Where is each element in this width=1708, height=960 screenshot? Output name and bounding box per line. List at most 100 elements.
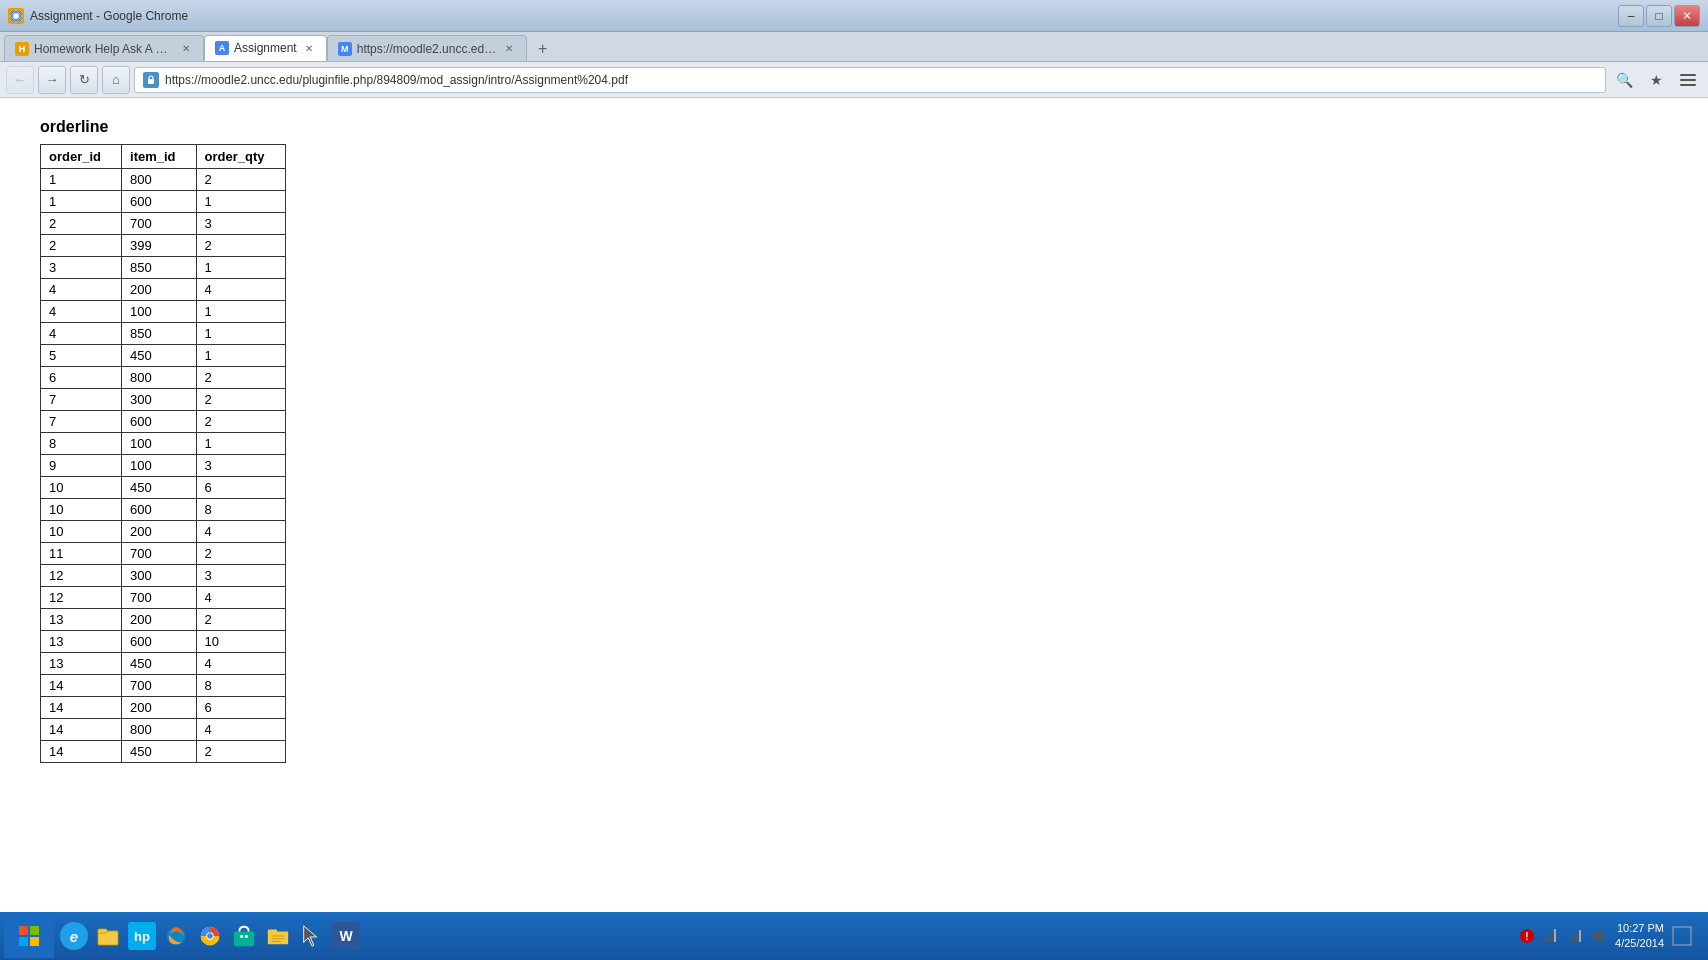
- tab-1[interactable]: H Homework Help Ask A Q... ✕: [4, 35, 204, 61]
- cell-r12-c0: 8: [41, 433, 122, 455]
- table-row: 147008: [41, 675, 286, 697]
- col-header-order-qty: order_qty: [196, 145, 285, 169]
- table-row: 132002: [41, 609, 286, 631]
- cell-r13-c2: 3: [196, 455, 285, 477]
- taskbar-store-icon[interactable]: [228, 920, 260, 952]
- cell-r26-c1: 450: [122, 741, 197, 763]
- title-bar: Assignment - Google Chrome – □ ✕: [0, 0, 1708, 32]
- system-tray: ! 10:27 PM 4/25/2014: [1507, 921, 1704, 952]
- cell-r13-c1: 100: [122, 455, 197, 477]
- system-clock[interactable]: 10:27 PM 4/25/2014: [1615, 921, 1664, 952]
- cell-r14-c1: 450: [122, 477, 197, 499]
- cell-r26-c0: 14: [41, 741, 122, 763]
- close-button[interactable]: ✕: [1674, 5, 1700, 27]
- cell-r9-c2: 2: [196, 367, 285, 389]
- tab-bar: H Homework Help Ask A Q... ✕ A Assignmen…: [0, 32, 1708, 62]
- cell-r0-c1: 800: [122, 169, 197, 191]
- tab-3[interactable]: M https://moodle2.uncc.edu... ✕: [327, 35, 527, 61]
- cell-r4-c0: 3: [41, 257, 122, 279]
- cell-r4-c2: 1: [196, 257, 285, 279]
- svg-marker-25: [304, 926, 317, 946]
- table-row: 38501: [41, 257, 286, 279]
- svg-rect-37: [1673, 927, 1691, 945]
- taskbar-folder-icon[interactable]: [262, 920, 294, 952]
- clock-time: 10:27 PM: [1615, 921, 1664, 936]
- chrome-menu-icon[interactable]: [1674, 66, 1702, 94]
- taskbar-word-icon[interactable]: W: [330, 920, 362, 952]
- cell-r25-c1: 800: [122, 719, 197, 741]
- cell-r24-c0: 14: [41, 697, 122, 719]
- address-bar[interactable]: https://moodle2.uncc.edu/pluginfile.php/…: [134, 67, 1606, 93]
- taskbar-firefox-icon[interactable]: [160, 920, 192, 952]
- taskbar-hp-icon[interactable]: hp: [126, 920, 158, 952]
- cell-r10-c0: 7: [41, 389, 122, 411]
- svg-rect-30: [1551, 932, 1553, 942]
- cell-r18-c1: 300: [122, 565, 197, 587]
- antivirus-icon: !: [1519, 928, 1535, 944]
- taskbar-chrome-icon[interactable]: [194, 920, 226, 952]
- tab-1-close[interactable]: ✕: [179, 42, 193, 56]
- tab-2-label: Assignment: [234, 41, 297, 55]
- svg-rect-21: [268, 930, 277, 934]
- url-text: https://moodle2.uncc.edu/pluginfile.php/…: [165, 73, 1597, 87]
- cell-r26-c2: 2: [196, 741, 285, 763]
- table-row: 102004: [41, 521, 286, 543]
- svg-rect-6: [19, 926, 28, 935]
- table-row: 123003: [41, 565, 286, 587]
- maximize-button[interactable]: □: [1646, 5, 1672, 27]
- svg-marker-36: [1593, 930, 1601, 942]
- svg-rect-35: [1579, 930, 1581, 942]
- cell-r7-c0: 4: [41, 323, 122, 345]
- taskbar-explorer-icon[interactable]: [92, 920, 124, 952]
- cell-r9-c1: 800: [122, 367, 197, 389]
- taskbar-ie-icon[interactable]: e: [58, 920, 90, 952]
- svg-rect-18: [240, 935, 243, 938]
- cell-r8-c0: 5: [41, 345, 122, 367]
- cell-r11-c0: 7: [41, 411, 122, 433]
- start-button[interactable]: [4, 914, 54, 958]
- cell-r17-c0: 11: [41, 543, 122, 565]
- cell-r22-c1: 450: [122, 653, 197, 675]
- browser-window: Assignment - Google Chrome – □ ✕ H Homew…: [0, 0, 1708, 912]
- svg-rect-3: [1680, 74, 1696, 76]
- search-icon[interactable]: 🔍: [1610, 66, 1638, 94]
- tab-3-close[interactable]: ✕: [502, 42, 516, 56]
- svg-rect-5: [1680, 84, 1696, 86]
- cell-r11-c1: 600: [122, 411, 197, 433]
- table-row: 91003: [41, 455, 286, 477]
- home-button[interactable]: ⌂: [102, 66, 130, 94]
- taskbar-cursor-icon[interactable]: [296, 920, 328, 952]
- table-row: 73002: [41, 389, 286, 411]
- bookmark-star-icon[interactable]: ★: [1642, 66, 1670, 94]
- cell-r18-c0: 12: [41, 565, 122, 587]
- table-row: 1360010: [41, 631, 286, 653]
- tab-2[interactable]: A Assignment ✕: [204, 35, 327, 61]
- tab-2-close[interactable]: ✕: [302, 41, 316, 55]
- svg-rect-17: [234, 931, 254, 946]
- table-row: 81001: [41, 433, 286, 455]
- cell-r2-c2: 3: [196, 213, 285, 235]
- tab-3-label: https://moodle2.uncc.edu...: [357, 42, 497, 56]
- browser-title: Assignment - Google Chrome: [30, 9, 1618, 23]
- table-row: 27003: [41, 213, 286, 235]
- cell-r6-c2: 1: [196, 301, 285, 323]
- svg-rect-32: [1570, 939, 1572, 942]
- svg-rect-31: [1554, 929, 1556, 942]
- cell-r3-c2: 2: [196, 235, 285, 257]
- table-row: 104506: [41, 477, 286, 499]
- new-tab-button[interactable]: +: [531, 37, 555, 61]
- cell-r8-c2: 1: [196, 345, 285, 367]
- svg-point-1: [13, 13, 19, 19]
- col-header-item-id: item_id: [122, 145, 197, 169]
- minimize-button[interactable]: –: [1618, 5, 1644, 27]
- cell-r14-c0: 10: [41, 477, 122, 499]
- back-button[interactable]: ←: [6, 66, 34, 94]
- cell-r4-c1: 850: [122, 257, 197, 279]
- show-desktop-icon[interactable]: [1672, 926, 1692, 946]
- cell-r1-c2: 1: [196, 191, 285, 213]
- cell-r22-c2: 4: [196, 653, 285, 675]
- cell-r2-c1: 700: [122, 213, 197, 235]
- forward-button[interactable]: →: [38, 66, 66, 94]
- table-row: 18002: [41, 169, 286, 191]
- refresh-button[interactable]: ↻: [70, 66, 98, 94]
